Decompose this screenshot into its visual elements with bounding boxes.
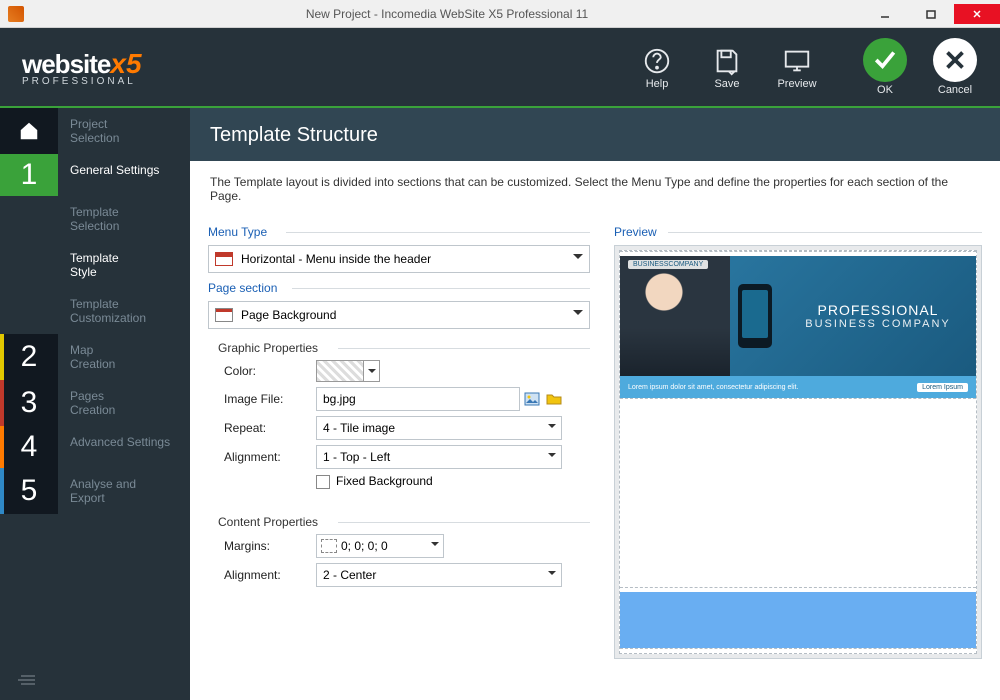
preview-label: Preview <box>614 225 982 239</box>
graphic-properties-group: Graphic Properties <box>218 341 590 355</box>
home-button[interactable] <box>0 108 58 154</box>
save-button[interactable]: Save <box>692 44 762 90</box>
sidebar-item-project-selection[interactable]: Project Selection <box>58 108 131 154</box>
preview-header: BUSINESSCOMPANY PROFESSIONALBUSINESS COM… <box>620 256 976 376</box>
monitor-icon <box>762 44 832 78</box>
sidebar-item-template-selection[interactable]: Template Selection <box>58 196 131 242</box>
sidebar-item-map-creation[interactable]: Map Creation <box>58 334 127 380</box>
menu-type-select[interactable]: Horizontal - Menu inside the header <box>208 245 590 273</box>
preview-button[interactable]: Preview <box>762 44 832 90</box>
page-section-label: Page section <box>208 281 590 295</box>
image-file-label: Image File: <box>224 392 316 406</box>
sidebar-item-advanced-settings[interactable]: Advanced Settings <box>58 426 182 468</box>
browse-file-button[interactable] <box>544 389 564 409</box>
page-section-select[interactable]: Page Background <box>208 301 590 329</box>
sidebar-item-general-settings[interactable]: General Settings <box>58 154 171 196</box>
image-library-button[interactable] <box>522 389 542 409</box>
image-file-input[interactable] <box>316 387 520 411</box>
preview-menubar: Lorem ipsum dolor sit amet, consectetur … <box>620 376 976 398</box>
step-number-2[interactable]: 2 <box>0 334 58 380</box>
color-picker[interactable] <box>316 360 380 382</box>
preview-footer <box>620 592 976 648</box>
menu-type-icon <box>215 252 233 266</box>
margins-icon <box>321 539 337 553</box>
sidebar-item-template-style[interactable]: Template Style <box>58 242 131 288</box>
content-area: Template Structure The Template layout i… <box>190 108 1000 700</box>
step-number-5[interactable]: 5 <box>0 468 58 514</box>
alignment-select[interactable]: 1 - Top - Left <box>316 445 562 469</box>
step-sidebar: Project Selection 1 General Settings Tem… <box>0 108 190 700</box>
content-alignment-select[interactable]: 2 - Center <box>316 563 562 587</box>
margins-input[interactable]: 0; 0; 0; 0 <box>316 534 444 558</box>
repeat-label: Repeat: <box>224 421 316 435</box>
content-alignment-label: Alignment: <box>224 568 316 582</box>
window-close-button[interactable] <box>954 4 1000 24</box>
step-number-4[interactable]: 4 <box>0 426 58 468</box>
fixed-background-checkbox[interactable]: Fixed Background <box>316 474 562 489</box>
page-description: The Template layout is divided into sect… <box>190 161 1000 209</box>
window-titlebar: New Project - Incomedia WebSite X5 Profe… <box>0 0 1000 28</box>
window-title: New Project - Incomedia WebSite X5 Profe… <box>32 7 862 21</box>
help-icon <box>622 44 692 78</box>
close-icon <box>933 38 977 82</box>
preview-body <box>620 403 976 587</box>
alignment-label: Alignment: <box>224 450 316 464</box>
page-title: Template Structure <box>190 108 1000 161</box>
list-icon <box>18 673 38 687</box>
sidebar-collapse-button[interactable] <box>18 673 38 692</box>
ok-button[interactable]: OK <box>850 38 920 96</box>
window-minimize-button[interactable] <box>862 4 908 24</box>
sidebar-item-pages-creation[interactable]: Pages Creation <box>58 380 127 426</box>
home-icon <box>18 120 40 142</box>
help-button[interactable]: Help <box>622 44 692 90</box>
folder-icon <box>546 391 562 407</box>
window-maximize-button[interactable] <box>908 4 954 24</box>
sidebar-item-analyse-export[interactable]: Analyse and Export <box>58 468 148 514</box>
preview-person-image <box>620 256 730 376</box>
color-label: Color: <box>224 364 316 378</box>
app-icon <box>8 6 24 22</box>
preview-pane: BUSINESSCOMPANY PROFESSIONALBUSINESS COM… <box>614 245 982 659</box>
sidebar-item-template-customization[interactable]: Template Customization <box>58 288 158 334</box>
repeat-select[interactable]: 4 - Tile image <box>316 416 562 440</box>
cancel-button[interactable]: Cancel <box>920 38 990 96</box>
app-header: websitex5 PROFESSIONAL Help Save Preview… <box>0 28 1000 108</box>
page-section-icon <box>215 308 233 322</box>
step-number-3[interactable]: 3 <box>0 380 58 426</box>
content-properties-group: Content Properties <box>218 515 590 529</box>
step-number-1[interactable]: 1 <box>0 154 58 196</box>
preview-phone-image <box>730 256 780 376</box>
app-logo: websitex5 PROFESSIONAL <box>22 48 142 87</box>
save-icon <box>692 44 762 78</box>
check-icon <box>863 38 907 82</box>
menu-type-label: Menu Type <box>208 225 590 239</box>
margins-label: Margins: <box>224 539 316 553</box>
